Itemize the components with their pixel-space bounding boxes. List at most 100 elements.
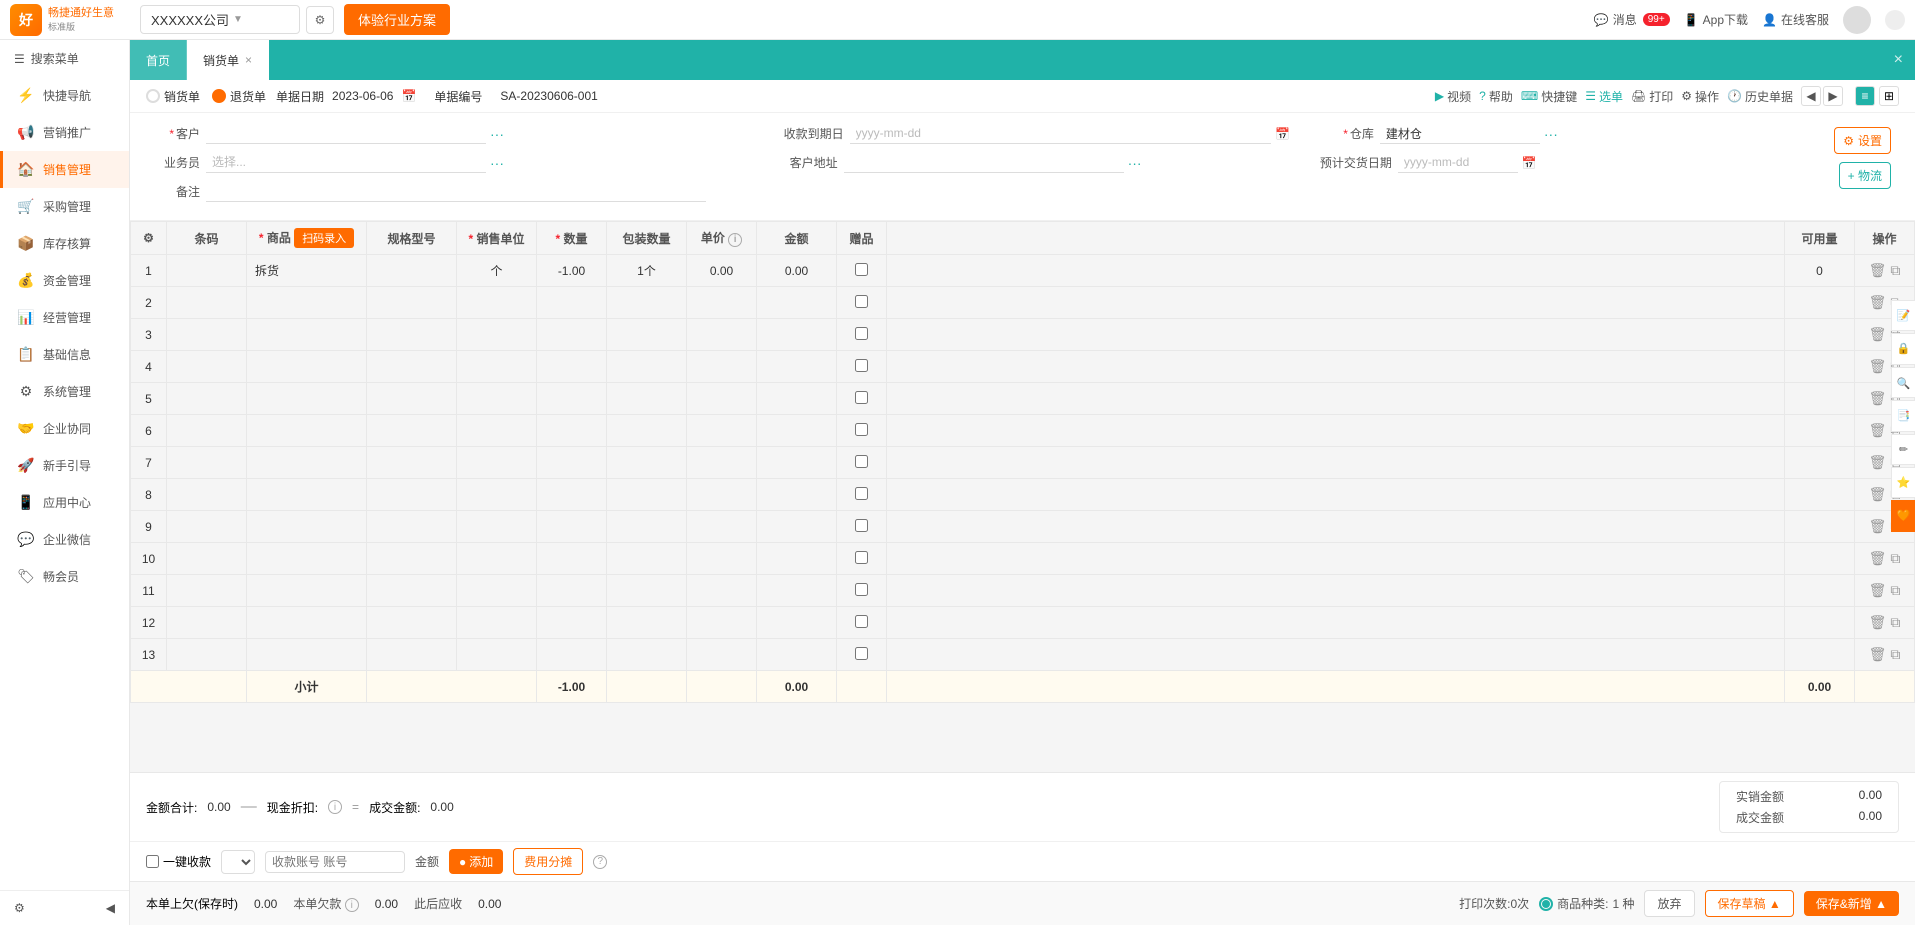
copy-row-icon[interactable]: ⧉ — [1890, 582, 1900, 599]
sidebar-item-operation[interactable]: 📊 经营管理 — [0, 299, 129, 336]
cell-price[interactable]: 0.00 — [687, 255, 757, 287]
cell-spec[interactable] — [367, 511, 457, 543]
due-date-calendar-icon[interactable]: 📅 — [1275, 127, 1290, 141]
delete-row-icon[interactable]: 🗑 — [1869, 614, 1887, 631]
cell-barcode[interactable] — [167, 383, 247, 415]
cell-spec[interactable] — [367, 447, 457, 479]
cell-qty[interactable] — [537, 639, 607, 671]
cell-qty[interactable] — [537, 607, 607, 639]
cell-gift[interactable] — [837, 415, 887, 447]
cell-barcode[interactable] — [167, 319, 247, 351]
cell-product[interactable] — [247, 511, 367, 543]
expense-help-icon[interactable]: ? — [593, 855, 607, 869]
scan-button[interactable]: 扫码录入 — [294, 228, 354, 248]
copy-row-icon[interactable]: ⧉ — [1890, 550, 1900, 567]
cell-product[interactable] — [247, 415, 367, 447]
delete-row-icon[interactable]: 🗑 — [1869, 550, 1887, 567]
cell-barcode[interactable] — [167, 543, 247, 575]
cell-barcode[interactable] — [167, 575, 247, 607]
cell-gift[interactable] — [837, 351, 887, 383]
customer-addr-input[interactable] — [844, 152, 1124, 173]
cell-product[interactable] — [247, 447, 367, 479]
product-type[interactable]: 商品种类: 1 种 — [1539, 895, 1634, 912]
sidebar-item-appstore[interactable]: 📱 应用中心 — [0, 484, 129, 521]
cell-gift[interactable] — [837, 639, 887, 671]
sidebar-item-finance[interactable]: 💰 资金管理 — [0, 262, 129, 299]
tab-close-icon[interactable]: × — [245, 53, 252, 67]
trial-button[interactable]: 体验行业方案 — [344, 4, 450, 35]
cell-product[interactable] — [247, 543, 367, 575]
warehouse-input[interactable] — [1380, 123, 1540, 144]
cell-spec[interactable] — [367, 607, 457, 639]
cell-qty[interactable] — [537, 543, 607, 575]
radio-sale[interactable]: 销货单 — [146, 88, 200, 105]
debt-info-icon[interactable]: i — [345, 898, 359, 912]
sidebar-item-guide[interactable]: 🚀 新手引导 — [0, 447, 129, 484]
payment-method-select[interactable] — [221, 850, 255, 874]
delete-row-icon[interactable]: 🗑 — [1869, 518, 1887, 535]
cell-spec[interactable] — [367, 575, 457, 607]
cell-qty[interactable] — [537, 383, 607, 415]
cell-qty[interactable] — [537, 447, 607, 479]
customer-dots-btn[interactable]: ··· — [490, 126, 504, 142]
cell-price[interactable] — [687, 447, 757, 479]
one-click-checkbox-input[interactable] — [146, 855, 159, 868]
expense-split-btn[interactable]: 费用分摊 — [513, 848, 583, 875]
cell-price[interactable] — [687, 383, 757, 415]
salesperson-dots-btn[interactable]: ··· — [490, 155, 504, 171]
remarks-input[interactable] — [206, 181, 706, 202]
app-download-btn[interactable]: 📱 App下载 — [1684, 11, 1748, 28]
nav-next-btn[interactable]: ▶ — [1823, 86, 1843, 106]
cell-barcode[interactable] — [167, 447, 247, 479]
tab-sale-order[interactable]: 销货单 × — [187, 40, 269, 80]
cell-gift[interactable] — [837, 255, 887, 287]
price-info-icon[interactable]: i — [728, 233, 742, 247]
delete-row-icon[interactable]: 🗑 — [1869, 326, 1887, 343]
company-selector[interactable]: XXXXXX公司 ▼ — [140, 5, 300, 34]
warehouse-dots-btn[interactable]: ··· — [1544, 126, 1558, 142]
cell-qty[interactable] — [537, 415, 607, 447]
save-draft-button[interactable]: 保存草稿 ▲ — [1705, 890, 1794, 917]
print-link[interactable]: 🖨 打印 — [1631, 88, 1673, 105]
settings-button[interactable]: ⚙ 设置 — [1834, 127, 1891, 154]
payment-account-input[interactable] — [265, 851, 405, 873]
one-click-payment-checkbox[interactable]: 一键收款 — [146, 853, 211, 870]
delete-row-icon[interactable]: 🗑 — [1869, 262, 1887, 279]
copy-row-icon[interactable]: ⧉ — [1890, 262, 1900, 279]
close-all-tabs-btn[interactable]: × — [1882, 51, 1915, 69]
cell-qty[interactable]: -1.00 — [537, 255, 607, 287]
cell-price[interactable] — [687, 287, 757, 319]
cell-product[interactable] — [247, 287, 367, 319]
settings-gear-btn[interactable]: ⚙ — [306, 6, 334, 34]
cell-spec[interactable] — [367, 415, 457, 447]
add-payment-btn[interactable]: ● 添加 — [449, 849, 503, 874]
cell-gift[interactable] — [837, 319, 887, 351]
cell-barcode[interactable] — [167, 511, 247, 543]
cell-qty[interactable] — [537, 511, 607, 543]
cell-spec[interactable] — [367, 255, 457, 287]
th-gear[interactable]: ⚙ — [131, 222, 167, 255]
delete-row-icon[interactable]: 🗑 — [1869, 294, 1887, 311]
history-link[interactable]: 🕐 历史单据 — [1727, 88, 1793, 105]
cell-product[interactable] — [247, 607, 367, 639]
float-btn-2[interactable]: 🔒 — [1891, 333, 1915, 364]
cash-discount-info-icon[interactable]: i — [328, 800, 342, 814]
logistics-button[interactable]: + 物流 — [1839, 162, 1891, 189]
cell-qty[interactable] — [537, 575, 607, 607]
delete-row-icon[interactable]: 🗑 — [1869, 646, 1887, 663]
view-grid-btn[interactable]: ⊞ — [1879, 86, 1899, 106]
cell-price[interactable] — [687, 543, 757, 575]
customer-addr-dots-btn[interactable]: ··· — [1128, 155, 1142, 171]
cell-qty[interactable] — [537, 479, 607, 511]
cell-price[interactable] — [687, 479, 757, 511]
cell-product[interactable]: 拆货 — [247, 255, 367, 287]
due-date-input[interactable] — [850, 123, 1271, 144]
delete-row-icon[interactable]: 🗑 — [1869, 422, 1887, 439]
cell-spec[interactable] — [367, 639, 457, 671]
sidebar-item-system[interactable]: ⚙ 系统管理 — [0, 373, 129, 410]
delete-row-icon[interactable]: 🗑 — [1869, 358, 1887, 375]
expected-date-input[interactable] — [1398, 152, 1518, 173]
cell-spec[interactable] — [367, 287, 457, 319]
float-btn-7[interactable]: 🧡 — [1891, 500, 1915, 531]
cell-barcode[interactable] — [167, 639, 247, 671]
